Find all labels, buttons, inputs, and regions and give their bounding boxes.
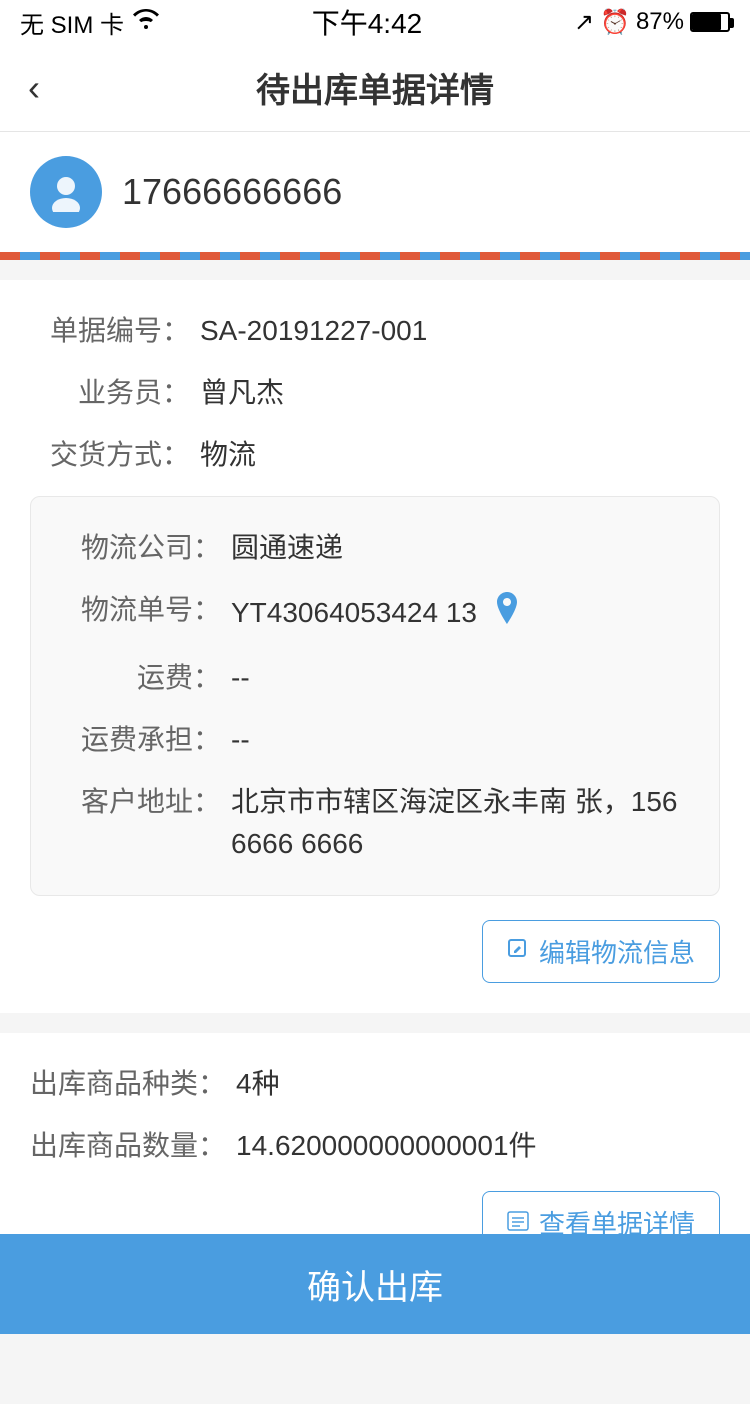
edit-logistics-button-container: 编辑物流信息 xyxy=(30,920,720,983)
tracking-number-value: YT43064053424 13 xyxy=(221,589,689,637)
logistics-company-row: 物流公司： 圆通速递 xyxy=(61,527,689,569)
confirm-button[interactable]: 确认出库 xyxy=(0,1234,750,1334)
customer-header: 17666666666 xyxy=(0,132,750,252)
freight-value: -- xyxy=(221,657,689,699)
salesman-label: 业务员： xyxy=(30,372,190,414)
basic-info-section: 单据编号： SA-20191227-001 业务员： 曾凡杰 交货方式： 物流 … xyxy=(0,280,750,1013)
address-row: 客户地址： 北京市市辖区海淀区永丰南 张，156 6666 6666 xyxy=(61,781,689,865)
goods-quantity-value: 14.620000000000001件 xyxy=(226,1125,720,1167)
edit-logistics-label: 编辑物流信息 xyxy=(539,933,695,970)
salesman-value: 曾凡杰 xyxy=(190,372,720,414)
avatar xyxy=(30,156,102,228)
doc-number-row: 单据编号： SA-20191227-001 xyxy=(30,310,720,352)
logistics-company-label: 物流公司： xyxy=(61,527,221,569)
page-title: 待出库单据详情 xyxy=(256,63,494,112)
nav-bar: ‹ 待出库单据详情 xyxy=(0,44,750,132)
address-label: 客户地址： xyxy=(61,781,221,823)
status-bar-time: 下午4:42 xyxy=(312,2,423,42)
location-arrow-icon: ↗ xyxy=(574,8,594,37)
confirm-button-label: 确认出库 xyxy=(307,1260,443,1309)
doc-number-label: 单据编号： xyxy=(30,310,190,352)
edit-icon xyxy=(507,936,529,967)
logistics-section: 物流公司： 圆通速递 物流单号： YT43064053424 13 运费： --… xyxy=(30,496,720,896)
battery-icon xyxy=(690,12,730,32)
dashed-divider xyxy=(0,252,750,260)
goods-category-label: 出库商品种类： xyxy=(30,1063,226,1105)
goods-quantity-row: 出库商品数量： 14.620000000000001件 xyxy=(30,1125,720,1167)
goods-category-value: 4种 xyxy=(226,1063,720,1105)
freight-label: 运费： xyxy=(61,657,221,699)
customer-phone: 17666666666 xyxy=(122,171,342,213)
goods-quantity-label: 出库商品数量： xyxy=(30,1125,226,1167)
status-bar-left: 无 SIM 卡 xyxy=(20,5,160,40)
back-button[interactable]: ‹ xyxy=(28,67,40,109)
status-bar-right: ↗ ⏰ 87% xyxy=(574,8,730,37)
freight-row: 运费： -- xyxy=(61,657,689,699)
doc-number-value: SA-20191227-001 xyxy=(190,310,720,352)
edit-logistics-button[interactable]: 编辑物流信息 xyxy=(482,920,720,983)
freight-bearer-value: -- xyxy=(221,719,689,761)
salesman-row: 业务员： 曾凡杰 xyxy=(30,372,720,414)
delivery-method-label: 交货方式： xyxy=(30,434,190,476)
tracking-number-row: 物流单号： YT43064053424 13 xyxy=(61,589,689,637)
map-pin-icon[interactable] xyxy=(493,589,521,637)
freight-bearer-label: 运费承担： xyxy=(61,719,221,761)
logistics-company-value: 圆通速递 xyxy=(221,527,689,569)
freight-bearer-row: 运费承担： -- xyxy=(61,719,689,761)
status-bar: 无 SIM 卡 下午4:42 ↗ ⏰ 87% xyxy=(0,0,750,44)
carrier-text: 无 SIM 卡 xyxy=(20,5,124,40)
address-value: 北京市市辖区海淀区永丰南 张，156 6666 6666 xyxy=(221,781,689,865)
alarm-icon: ⏰ xyxy=(600,8,630,37)
delivery-method-value: 物流 xyxy=(190,434,720,476)
goods-category-row: 出库商品种类： 4种 xyxy=(30,1063,720,1105)
battery-text: 87% xyxy=(636,8,684,36)
tracking-number-label: 物流单号： xyxy=(61,589,221,631)
wifi-icon xyxy=(132,8,160,36)
delivery-method-row: 交货方式： 物流 xyxy=(30,434,720,476)
